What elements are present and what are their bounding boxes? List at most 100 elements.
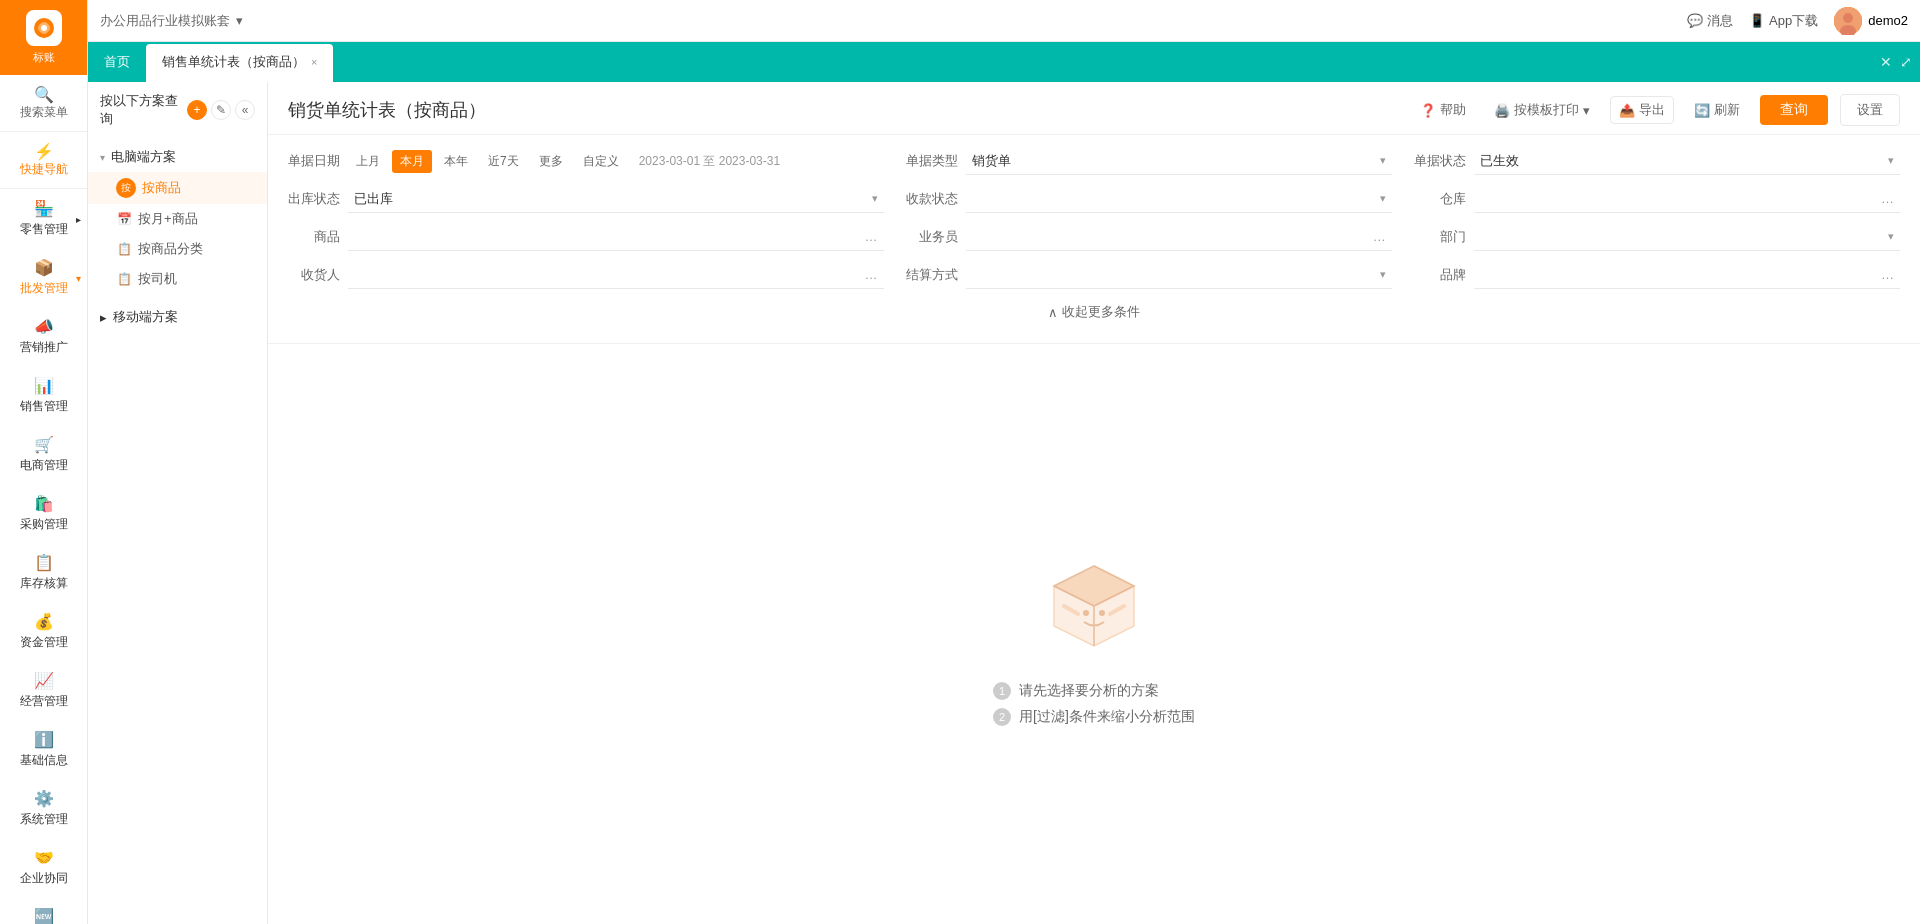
brand-input[interactable]: … bbox=[1474, 261, 1900, 289]
scheme-driver-icon: 📋 bbox=[116, 272, 132, 286]
tip-num-1: 1 bbox=[993, 682, 1011, 700]
page-title: 销货单统计表（按商品） bbox=[288, 98, 486, 122]
sidebar-quick-nav[interactable]: ⚡ 快捷导航 bbox=[0, 132, 87, 189]
sidebar-item-purchase-label: 采购管理 bbox=[20, 516, 68, 533]
sidebar-item-inventory[interactable]: 📋 库存核算 bbox=[0, 543, 87, 602]
empty-tips: 1 请先选择要分析的方案 2 用[过滤]条件来缩小分析范围 bbox=[993, 682, 1195, 726]
out-status-label: 出库状态 bbox=[288, 190, 348, 208]
svg-point-11 bbox=[1099, 610, 1105, 616]
add-scheme-btn[interactable]: + bbox=[187, 100, 207, 120]
warehouse-dots[interactable]: … bbox=[1881, 191, 1894, 206]
guide-icon: 🆕 bbox=[34, 907, 54, 924]
edit-scheme-btn[interactable]: ✎ bbox=[211, 100, 231, 120]
doc-type-select[interactable]: 销货单 ▾ bbox=[966, 147, 1392, 175]
scheme-item-by-product[interactable]: 按 按商品 bbox=[88, 172, 267, 204]
export-icon: 📤 bbox=[1619, 103, 1635, 118]
scheme-item-by-category[interactable]: 📋 按商品分类 bbox=[88, 234, 267, 264]
export-btn[interactable]: 📤 导出 bbox=[1610, 96, 1674, 124]
tab-sales-stats[interactable]: 销售单统计表（按商品） × bbox=[146, 44, 333, 84]
print-btn[interactable]: 🖨️ 按模板打印 ▾ bbox=[1486, 97, 1598, 123]
tab-close-all-icon[interactable]: ✕ bbox=[1880, 54, 1892, 70]
date-tab-custom[interactable]: 自定义 bbox=[575, 150, 627, 173]
app-download-label: App下载 bbox=[1769, 12, 1818, 30]
date-tab-last-month[interactable]: 上月 bbox=[348, 150, 388, 173]
product-dots[interactable]: … bbox=[865, 229, 878, 244]
tab-expand-icon[interactable]: ⤢ bbox=[1900, 54, 1912, 70]
settlement-select[interactable]: ▾ bbox=[966, 261, 1392, 289]
sidebar-item-retail[interactable]: 🏪 零售管理 ▸ bbox=[0, 189, 87, 248]
svg-point-1 bbox=[41, 25, 47, 31]
pay-status-chevron-icon: ▾ bbox=[1380, 192, 1386, 205]
warehouse-input[interactable]: … bbox=[1474, 185, 1900, 213]
scheme-by-category-label: 按商品分类 bbox=[138, 240, 203, 258]
refresh-btn[interactable]: 🔄 刷新 bbox=[1686, 97, 1748, 123]
marketing-icon: 📣 bbox=[34, 317, 54, 336]
scheme-item-by-month-product[interactable]: 📅 按月+商品 bbox=[88, 204, 267, 234]
department-chevron-icon: ▾ bbox=[1888, 230, 1894, 243]
date-tab-this-month[interactable]: 本月 bbox=[392, 150, 432, 173]
receiver-dots[interactable]: … bbox=[865, 267, 878, 282]
pc-group-header[interactable]: ▾ 电脑端方案 bbox=[88, 142, 267, 172]
sidebar-item-basic[interactable]: ℹ️ 基础信息 bbox=[0, 720, 87, 779]
print-arrow-icon: ▾ bbox=[1583, 103, 1590, 118]
sidebar-item-system[interactable]: ⚙️ 系统管理 bbox=[0, 779, 87, 838]
sidebar-search[interactable]: 🔍 搜索菜单 bbox=[0, 75, 87, 132]
scheme-item-by-driver[interactable]: 📋 按司机 bbox=[88, 264, 267, 294]
tab-home[interactable]: 首页 bbox=[88, 42, 146, 82]
brand-dots[interactable]: … bbox=[1881, 267, 1894, 282]
sidebar-item-ecommerce[interactable]: 🛒 电商管理 bbox=[0, 425, 87, 484]
message-icon: 💬 bbox=[1687, 13, 1703, 28]
message-btn[interactable]: 💬 消息 bbox=[1687, 12, 1733, 30]
left-panel-header: 按以下方案查询 + ✎ « bbox=[88, 82, 267, 138]
app-download-btn[interactable]: 📱 App下载 bbox=[1749, 12, 1818, 30]
salesman-label: 业务员 bbox=[896, 228, 966, 246]
pay-status-select[interactable]: ▾ bbox=[966, 185, 1392, 213]
mobile-group-header[interactable]: ▸ 移动端方案 bbox=[88, 302, 267, 332]
tab-close-icon[interactable]: × bbox=[311, 56, 317, 68]
doc-status-value: 已生效 bbox=[1480, 152, 1519, 170]
department-select[interactable]: ▾ bbox=[1474, 223, 1900, 251]
date-tab-this-year[interactable]: 本年 bbox=[436, 150, 476, 173]
sidebar-item-enterprise-label: 企业协同 bbox=[20, 870, 68, 887]
edit-icon: ✎ bbox=[216, 103, 226, 117]
sidebar-item-ecommerce-label: 电商管理 bbox=[20, 457, 68, 474]
doc-type-value: 销货单 bbox=[972, 152, 1011, 170]
collapse-panel-btn[interactable]: « bbox=[235, 100, 255, 120]
warehouse-label: 仓库 bbox=[1404, 190, 1474, 208]
product-input[interactable]: … bbox=[348, 223, 884, 251]
sidebar-item-marketing[interactable]: 📣 营销推广 bbox=[0, 307, 87, 366]
mobile-scheme-group: ▸ 移动端方案 bbox=[88, 298, 267, 336]
date-tab-more[interactable]: 更多 bbox=[531, 150, 571, 173]
settings-button[interactable]: 设置 bbox=[1840, 94, 1900, 126]
empty-tip-2: 2 用[过滤]条件来缩小分析范围 bbox=[993, 708, 1195, 726]
sidebar-item-purchase[interactable]: 🛍️ 采购管理 bbox=[0, 484, 87, 543]
sidebar-item-finance[interactable]: 💰 资金管理 bbox=[0, 602, 87, 661]
sidebar-item-enterprise[interactable]: 🤝 企业协同 bbox=[0, 838, 87, 897]
help-btn[interactable]: ❓ 帮助 bbox=[1412, 97, 1474, 123]
doc-status-select[interactable]: 已生效 ▾ bbox=[1474, 147, 1900, 175]
sidebar-logo[interactable]: 标账 bbox=[0, 0, 87, 75]
add-icon: + bbox=[193, 103, 200, 117]
sidebar-item-guide[interactable]: 🆕 新手引导 bbox=[0, 897, 87, 924]
doc-status-chevron-icon: ▾ bbox=[1888, 154, 1894, 167]
date-tab-7days[interactable]: 近7天 bbox=[480, 150, 527, 173]
wholesale-arrow-icon: ▾ bbox=[76, 272, 81, 283]
left-panel-title: 按以下方案查询 bbox=[100, 92, 181, 128]
user-menu[interactable]: demo2 bbox=[1834, 7, 1908, 35]
purchase-icon: 🛍️ bbox=[34, 494, 54, 513]
collapse-filters-btn[interactable]: ∧ 收起更多条件 bbox=[288, 297, 1900, 327]
salesman-dots[interactable]: … bbox=[1373, 229, 1386, 244]
doc-type-label: 单据类型 bbox=[896, 152, 966, 170]
out-status-select[interactable]: 已出库 ▾ bbox=[348, 185, 884, 213]
receiver-input[interactable]: … bbox=[348, 261, 884, 289]
sidebar-item-sales[interactable]: 📊 销售管理 bbox=[0, 366, 87, 425]
query-button[interactable]: 查询 bbox=[1760, 95, 1828, 125]
operations-icon: 📈 bbox=[34, 671, 54, 690]
salesman-input[interactable]: … bbox=[966, 223, 1392, 251]
industry-selector[interactable]: 办公用品行业模拟账套 ▾ bbox=[100, 12, 243, 30]
sidebar-item-wholesale[interactable]: 📦 批发管理 ▾ bbox=[0, 248, 87, 307]
out-status-value: 已出库 bbox=[354, 190, 393, 208]
sidebar-item-operations[interactable]: 📈 经营管理 bbox=[0, 661, 87, 720]
scheme-active-dot: 按 bbox=[116, 178, 136, 198]
pc-group-label: 电脑端方案 bbox=[111, 148, 176, 166]
